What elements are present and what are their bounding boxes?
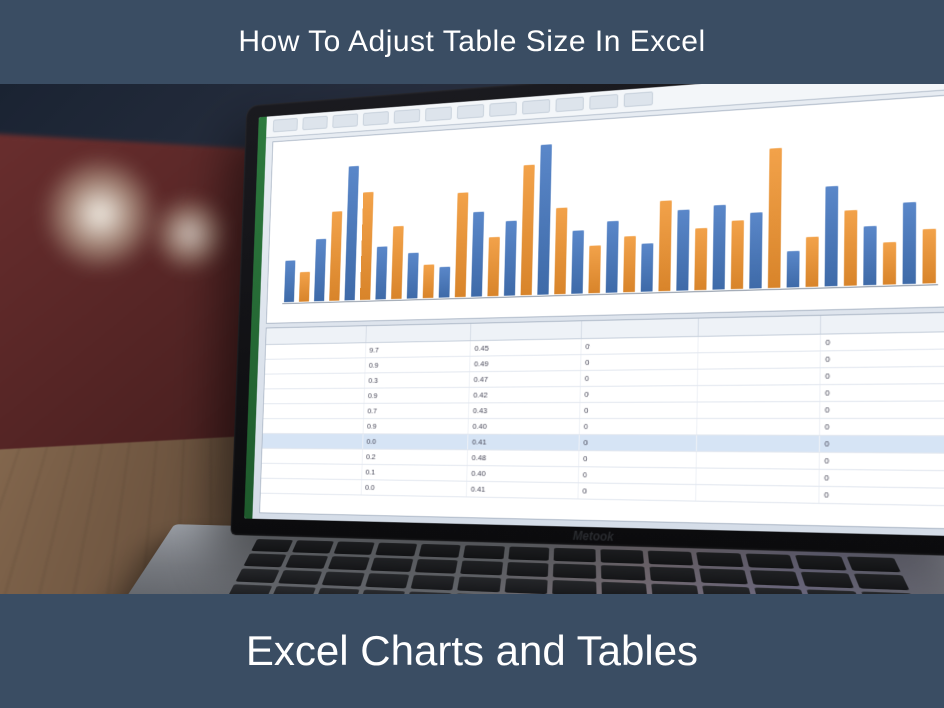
laptop: 9.70.45000.90.49000.30.47000.90.42000.70… <box>162 84 944 594</box>
hero-image: 9.70.45000.90.49000.30.47000.90.42000.70… <box>0 84 944 594</box>
footer-caption: Excel Charts and Tables <box>246 627 698 675</box>
footer-bar: Excel Charts and Tables <box>0 594 944 708</box>
excel-screen: 9.70.45000.90.49000.30.47000.90.42000.70… <box>244 84 944 536</box>
laptop-screen-frame: 9.70.45000.90.49000.30.47000.90.42000.70… <box>230 84 944 557</box>
header-bar: How To Adjust Table Size In Excel <box>0 0 944 84</box>
page-title: How To Adjust Table Size In Excel <box>238 25 705 59</box>
excel-grid: 9.70.45000.90.49000.30.47000.90.42000.70… <box>259 312 944 530</box>
laptop-brand: Metook <box>559 528 627 544</box>
